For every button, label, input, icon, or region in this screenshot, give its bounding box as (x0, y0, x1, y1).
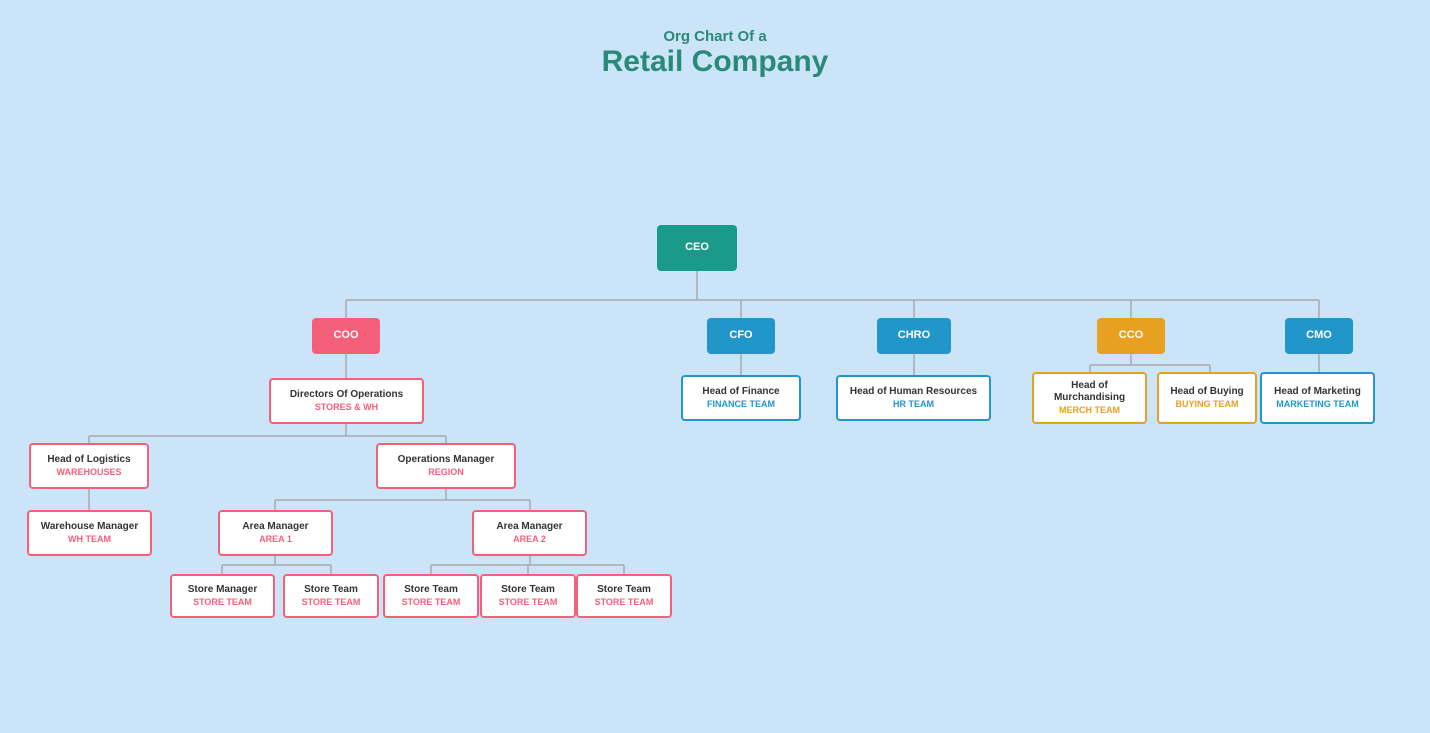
am1-sub: AREA 1 (259, 534, 292, 545)
chro-node: CHRO (877, 318, 951, 354)
hohr-node: Head of Human Resources HR TEAM (836, 375, 991, 421)
hom-label: Head of Murchandising (1040, 380, 1139, 404)
homark-node: Head of Marketing MARKETING TEAM (1260, 372, 1375, 424)
directors-node: Directors Of Operations STORES & WH (269, 378, 424, 424)
sm-label: Store Manager (188, 584, 257, 596)
st4-label: Store Team (597, 584, 651, 596)
hohr-sub: HR TEAM (893, 399, 934, 410)
title-area: Org Chart Of a Retail Company (0, 0, 1430, 79)
cfo-label: CFO (729, 329, 752, 342)
hol-node: Head of Logistics WAREHOUSES (29, 443, 149, 489)
ceo-node: CEO (657, 225, 737, 271)
st1-label: Store Team (304, 584, 358, 596)
st4-sub: STORE TEAM (595, 597, 654, 608)
hob-node: Head of Buying BUYING TEAM (1157, 372, 1257, 424)
hohr-label: Head of Human Resources (850, 386, 977, 398)
st4-node: Store Team STORE TEAM (576, 574, 672, 618)
sm-sub: STORE TEAM (193, 597, 252, 608)
coo-label: COO (333, 329, 358, 342)
hof-node: Head of Finance FINANCE TEAM (681, 375, 801, 421)
coo-node: COO (312, 318, 380, 354)
st3-sub: STORE TEAM (499, 597, 558, 608)
om-label: Operations Manager (398, 454, 495, 466)
cco-label: CCO (1119, 329, 1143, 342)
cco-node: CCO (1097, 318, 1165, 354)
hof-label: Head of Finance (702, 386, 779, 398)
connector-lines (0, 0, 1430, 733)
st2-label: Store Team (404, 584, 458, 596)
wm-node: Warehouse Manager WH TEAM (27, 510, 152, 556)
st3-label: Store Team (501, 584, 555, 596)
om-node: Operations Manager REGION (376, 443, 516, 489)
am2-sub: AREA 2 (513, 534, 546, 545)
wm-label: Warehouse Manager (41, 521, 138, 533)
st1-sub: STORE TEAM (302, 597, 361, 608)
hof-sub: FINANCE TEAM (707, 399, 775, 410)
cmo-node: CMO (1285, 318, 1353, 354)
am1-label: Area Manager (242, 521, 308, 533)
wm-sub: WH TEAM (68, 534, 111, 545)
directors-label: Directors Of Operations (290, 389, 403, 401)
hom-node: Head of Murchandising MERCH TEAM (1032, 372, 1147, 424)
hom-sub: MERCH TEAM (1059, 405, 1120, 416)
st1-node: Store Team STORE TEAM (283, 574, 379, 618)
st3-node: Store Team STORE TEAM (480, 574, 576, 618)
homark-sub: MARKETING TEAM (1276, 399, 1359, 410)
hol-label: Head of Logistics (47, 454, 130, 466)
st2-node: Store Team STORE TEAM (383, 574, 479, 618)
st2-sub: STORE TEAM (402, 597, 461, 608)
hob-sub: BUYING TEAM (1176, 399, 1239, 410)
homark-label: Head of Marketing (1274, 386, 1361, 398)
am2-node: Area Manager AREA 2 (472, 510, 587, 556)
hob-label: Head of Buying (1170, 386, 1243, 398)
am1-node: Area Manager AREA 1 (218, 510, 333, 556)
sm-node: Store Manager STORE TEAM (170, 574, 275, 618)
org-chart: Org Chart Of a Retail Company (0, 0, 1430, 733)
title-main: Retail Company (0, 45, 1430, 79)
directors-sub: STORES & WH (315, 402, 378, 413)
hol-sub: WAREHOUSES (56, 467, 121, 478)
ceo-label: CEO (685, 241, 709, 254)
am2-label: Area Manager (496, 521, 562, 533)
cmo-label: CMO (1306, 329, 1332, 342)
om-sub: REGION (428, 467, 464, 478)
cfo-node: CFO (707, 318, 775, 354)
title-subtitle: Org Chart Of a (0, 28, 1430, 45)
chro-label: CHRO (898, 329, 930, 342)
